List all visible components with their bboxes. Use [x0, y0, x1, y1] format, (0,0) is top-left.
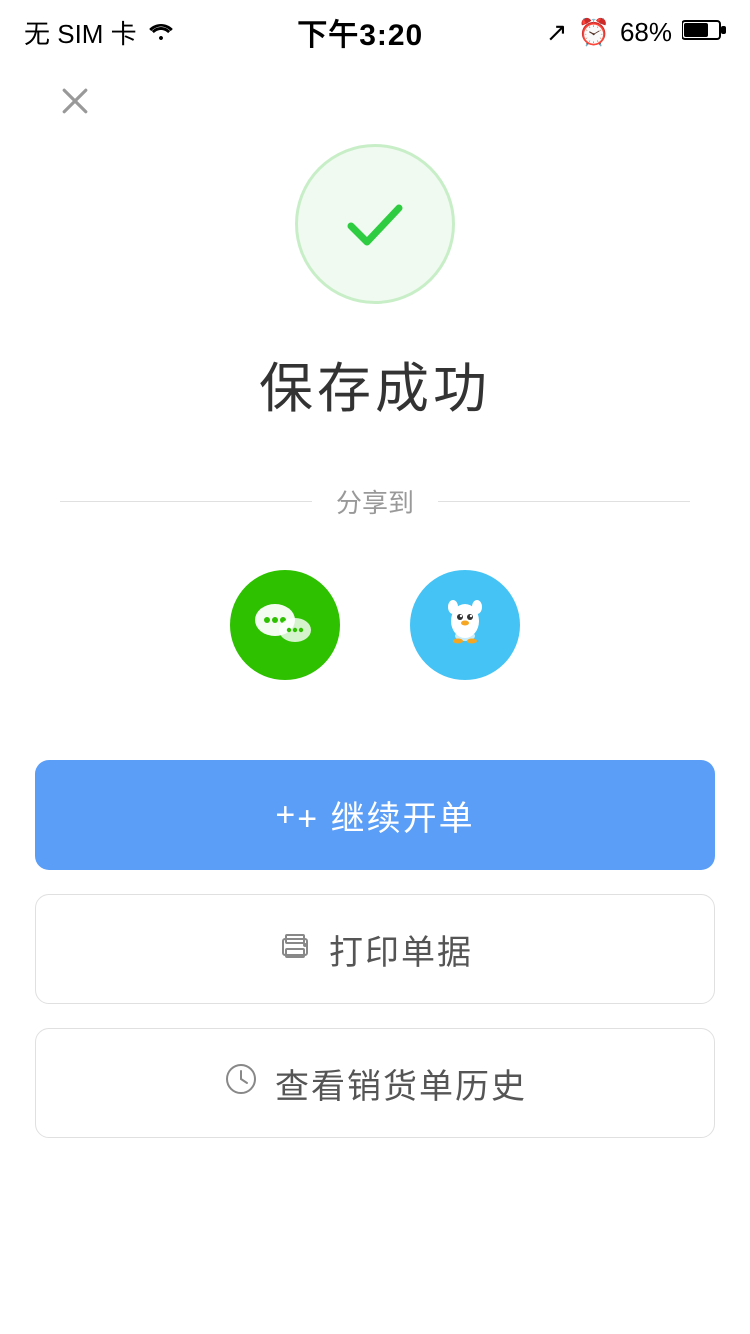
history-label: 查看销货单历史: [275, 1059, 527, 1108]
continue-order-button[interactable]: + + 继续开单: [35, 760, 715, 870]
battery-percent: 68%: [620, 17, 672, 48]
success-icon-circle: [295, 144, 455, 304]
print-label: 打印单据: [329, 925, 473, 974]
share-divider: 分享到: [0, 483, 750, 520]
clock-icon: [223, 1061, 259, 1106]
print-button[interactable]: 打印单据: [35, 894, 715, 1004]
no-sim-label: 无 SIM 卡: [24, 14, 137, 51]
alarm-icon: ⏰: [578, 17, 610, 48]
status-time: 下午3:20: [297, 10, 423, 54]
continue-order-label: + 继续开单: [297, 791, 474, 840]
share-label: 分享到: [312, 483, 438, 520]
battery-icon: [682, 17, 726, 48]
action-buttons: + + 继续开单 打印单据 查看销货单: [35, 760, 715, 1138]
wifi-icon: [147, 17, 175, 48]
printer-icon: [277, 927, 313, 972]
wechat-share-button[interactable]: [230, 570, 340, 680]
plus-icon: +: [275, 796, 297, 835]
qq-share-button[interactable]: [410, 570, 520, 680]
main-content: 保存成功 分享到: [0, 64, 750, 1138]
share-icons-container: [230, 570, 520, 680]
location-icon: ↗: [546, 17, 568, 48]
history-button[interactable]: 查看销货单历史: [35, 1028, 715, 1138]
divider-right: [438, 501, 690, 502]
close-button[interactable]: [50, 76, 100, 126]
status-right: ↗ ⏰ 68%: [546, 17, 726, 48]
success-title: 保存成功: [259, 344, 491, 423]
divider-left: [60, 501, 312, 502]
status-bar: 无 SIM 卡 下午3:20 ↗ ⏰ 68%: [0, 0, 750, 64]
share-section: 分享到: [0, 483, 750, 520]
status-left: 无 SIM 卡: [24, 14, 175, 51]
